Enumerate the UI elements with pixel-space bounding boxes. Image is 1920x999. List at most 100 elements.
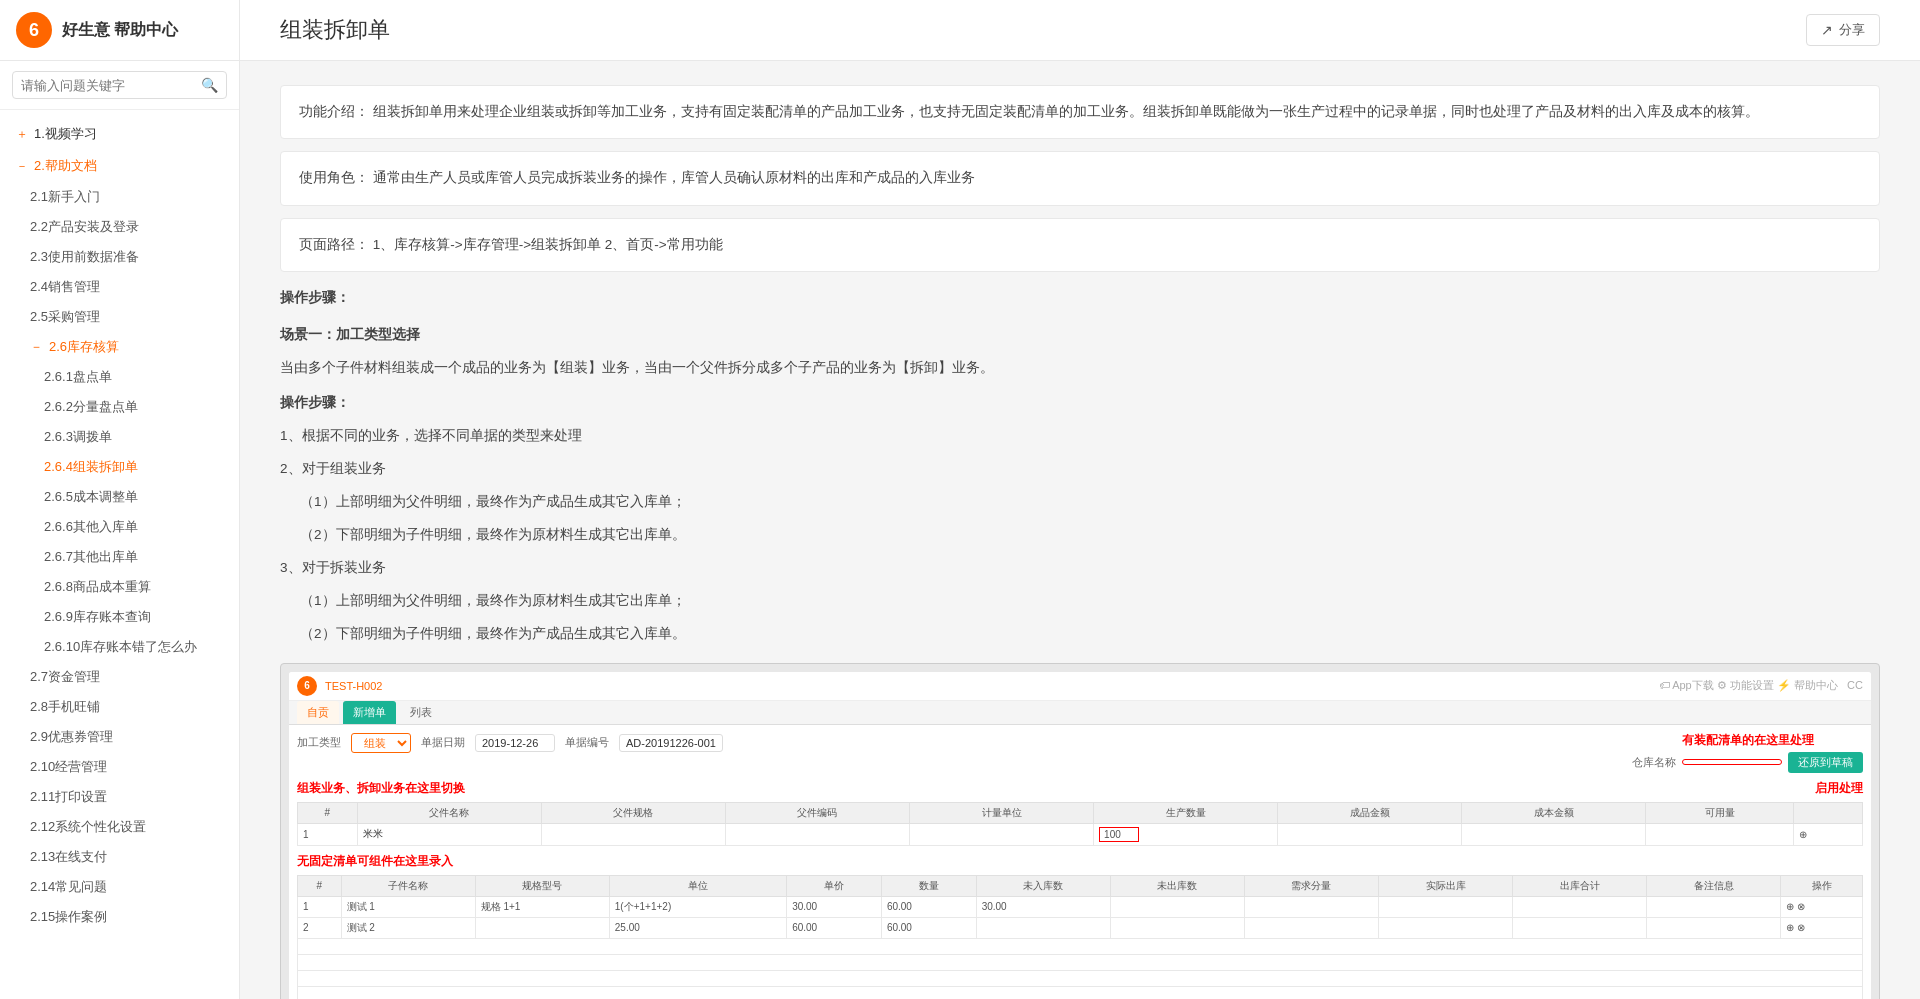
step3: 3、对于拆装业务 bbox=[280, 554, 1880, 581]
col-unit: 计量单位 bbox=[910, 802, 1094, 823]
table-row bbox=[298, 986, 1863, 999]
step2-2: （2）下部明细为子件明细，最终作为原材料生成其它出库单。 bbox=[280, 521, 1880, 548]
sidebar-item-cost-recalc[interactable]: 2.6.8商品成本重算 bbox=[0, 572, 239, 602]
step2-1: （1）上部明细为父件明细，最终作为产成品生成其它入库单； bbox=[280, 488, 1880, 515]
sidebar-item-ledger-fix[interactable]: 2.6.10库存账本错了怎么办 bbox=[0, 632, 239, 662]
sidebar-item-capital[interactable]: 2.7资金管理 bbox=[0, 662, 239, 692]
table-row bbox=[298, 970, 1863, 986]
mock-bill-label: 单据编号 bbox=[565, 735, 609, 750]
screenshot-inner: 6 TEST-H002 🏷 App下载 ⚙ 功能设置 ⚡ 帮助中心 CC 自贡 … bbox=[289, 672, 1871, 999]
page-title: 组装拆卸单 bbox=[280, 15, 390, 45]
sidebar-item-sales[interactable]: 2.4销售管理 bbox=[0, 272, 239, 302]
ops-steps-title: 操作步骤： bbox=[280, 389, 1880, 416]
mock-annotation3: 启用处理 bbox=[1815, 781, 1863, 796]
sidebar-item-cases[interactable]: 2.15操作案例 bbox=[0, 902, 239, 932]
sidebar-item-ledger-query[interactable]: 2.6.9库存账本查询 bbox=[0, 602, 239, 632]
sidebar-item-install[interactable]: 2.2产品安装及登录 bbox=[0, 212, 239, 242]
col-prod-amt: 成品金额 bbox=[1278, 802, 1462, 823]
mock-confirm-btn[interactable]: 还原到草稿 bbox=[1788, 752, 1863, 773]
mock-app-id: TEST-H002 bbox=[325, 680, 382, 692]
search-icon[interactable]: 🔍 bbox=[201, 77, 218, 93]
step2: 2、对于组装业务 bbox=[280, 455, 1880, 482]
sidebar-item-customization[interactable]: 2.12系统个性化设置 bbox=[0, 812, 239, 842]
mock-tab-list[interactable]: 列表 bbox=[400, 701, 442, 724]
main-area: 组装拆卸单 ↗ 分享 功能介绍： 组装拆卸单用来处理企业组装或拆卸等加工业务，支… bbox=[240, 0, 1920, 999]
mock-top-icons: 🏷 App下载 ⚙ 功能设置 ⚡ 帮助中心 CC bbox=[1659, 678, 1863, 693]
sidebar-item-cost-adjust[interactable]: 2.6.5成本调整单 bbox=[0, 482, 239, 512]
mock-tab-home: 自贡 bbox=[297, 701, 339, 724]
table-row bbox=[298, 954, 1863, 970]
sidebar-item-inventory[interactable]: － 2.6库存核算 bbox=[0, 332, 239, 362]
minus-icon: － bbox=[16, 158, 28, 175]
col-ops bbox=[1794, 802, 1863, 823]
col-parent-name: 父件名称 bbox=[357, 802, 541, 823]
share-button[interactable]: ↗ 分享 bbox=[1806, 14, 1880, 46]
scene1-title: 场景一：加工类型选择 bbox=[280, 321, 1880, 348]
mock-wrapper: 加工类型 组装 拆卸 单据日期 2019-12-26 单据编号 AD-20191… bbox=[297, 733, 1863, 999]
step3-2: （2）下部明细为子件明细，最终作为产成品生成其它入库单。 bbox=[280, 620, 1880, 647]
mock-app-bar: 6 TEST-H002 🏷 App下载 ⚙ 功能设置 ⚡ 帮助中心 CC bbox=[289, 672, 1871, 701]
sidebar-item-newuser[interactable]: 2.1新手入门 bbox=[0, 182, 239, 212]
sidebar-item-online-pay[interactable]: 2.13在线支付 bbox=[0, 842, 239, 872]
step1: 1、根据不同的业务，选择不同单据的类型来处理 bbox=[280, 422, 1880, 449]
mock-form-area: 加工类型 组装 拆卸 单据日期 2019-12-26 单据编号 AD-20191… bbox=[289, 725, 1871, 999]
path-block: 页面路径： 1、库存核算->库存管理->组装拆卸单 2、首页->常用功能 bbox=[280, 218, 1880, 272]
table-row bbox=[298, 938, 1863, 954]
sidebar-item-mobile[interactable]: 2.8手机旺铺 bbox=[0, 692, 239, 722]
col-avail: 可用量 bbox=[1646, 802, 1794, 823]
mock-tab-new[interactable]: 新增单 bbox=[343, 701, 396, 724]
path-label: 页面路径： bbox=[299, 237, 369, 252]
mock-child-table: # 子件名称 规格型号 单位 单价 数量 未入库数 未出库数 需求分量 bbox=[297, 875, 1863, 999]
intro-label: 功能介绍： bbox=[299, 104, 369, 119]
mock-warehouse-input bbox=[1682, 759, 1782, 765]
mock-parent-table: # 父件名称 父件规格 父件编码 计量单位 生产数量 成品金额 成本金额 可用量 bbox=[297, 802, 1863, 846]
mock-bill-input: AD-20191226-001 bbox=[619, 734, 723, 752]
col-num: # bbox=[298, 802, 358, 823]
mock-warehouse-label: 仓库名称 bbox=[1632, 755, 1676, 770]
sidebar-item-assembly[interactable]: 2.6.4组装拆卸单 bbox=[0, 452, 239, 482]
share-icon: ↗ bbox=[1821, 22, 1833, 38]
brand-name: 好生意 帮助中心 bbox=[62, 20, 178, 41]
sidebar-item-stocktake[interactable]: 2.6.1盘点单 bbox=[0, 362, 239, 392]
intro-text: 组装拆卸单用来处理企业组装或拆卸等加工业务，支持有固定装配清单的产品加工业务，也… bbox=[373, 104, 1759, 119]
col-parent-spec: 父件规格 bbox=[541, 802, 725, 823]
ops-title: 操作步骤： bbox=[280, 284, 1880, 311]
logo-icon: 6 bbox=[16, 12, 52, 48]
table-row: 1 米米 100 bbox=[298, 823, 1863, 845]
sidebar-header: 6 好生意 帮助中心 bbox=[0, 0, 239, 61]
table-row: 2 测试 2 25.00 60.00 60.00 bbox=[298, 917, 1863, 938]
mock-logo: 6 bbox=[297, 676, 317, 696]
nav-tree: ＋ 1.视频学习 － 2.帮助文档 2.1新手入门 2.2产品安装及登录 2.3… bbox=[0, 110, 239, 999]
sidebar-item-video[interactable]: ＋ 1.视频学习 bbox=[0, 118, 239, 150]
role-text: 通常由生产人员或库管人员完成拆装业务的操作，库管人员确认原材料的出库和产成品的入… bbox=[373, 170, 975, 185]
role-block: 使用角色： 通常由生产人员或库管人员完成拆装业务的操作，库管人员确认原材料的出库… bbox=[280, 151, 1880, 205]
sidebar-item-coupon[interactable]: 2.9优惠券管理 bbox=[0, 722, 239, 752]
sidebar-item-operations[interactable]: 2.10经营管理 bbox=[0, 752, 239, 782]
mock-date-input: 2019-12-26 bbox=[475, 734, 555, 752]
ops-section: 操作步骤： 场景一：加工类型选择 当由多个子件材料组装成一个成品的业务为【组装】… bbox=[280, 284, 1880, 647]
main-header: 组装拆卸单 ↗ 分享 bbox=[240, 0, 1920, 61]
sidebar-item-faq[interactable]: 2.14常见问题 bbox=[0, 872, 239, 902]
sidebar-item-other-outbound[interactable]: 2.6.7其他出库单 bbox=[0, 542, 239, 572]
mock-tab-bar: 自贡 新增单 列表 bbox=[289, 701, 1871, 725]
minus-icon-sub: － bbox=[30, 338, 43, 356]
sidebar-item-print[interactable]: 2.11打印设置 bbox=[0, 782, 239, 812]
sidebar-item-prepare[interactable]: 2.3使用前数据准备 bbox=[0, 242, 239, 272]
col-cost-amt: 成本金额 bbox=[1462, 802, 1646, 823]
path-text: 1、库存核算->库存管理->组装拆卸单 2、首页->常用功能 bbox=[373, 237, 723, 252]
col-prod-qty: 生产数量 bbox=[1094, 802, 1278, 823]
sidebar-item-transfer[interactable]: 2.6.3调拨单 bbox=[0, 422, 239, 452]
sidebar-item-partial-stocktake[interactable]: 2.6.2分量盘点单 bbox=[0, 392, 239, 422]
search-area: 🔍 bbox=[0, 61, 239, 110]
mock-date-label: 单据日期 bbox=[421, 735, 465, 750]
sidebar-item-other-inbound[interactable]: 2.6.6其他入库单 bbox=[0, 512, 239, 542]
screenshot-container: 6 TEST-H002 🏷 App下载 ⚙ 功能设置 ⚡ 帮助中心 CC 自贡 … bbox=[280, 663, 1880, 999]
intro-block: 功能介绍： 组装拆卸单用来处理企业组装或拆卸等加工业务，支持有固定装配清单的产品… bbox=[280, 85, 1880, 139]
content-area: 功能介绍： 组装拆卸单用来处理企业组装或拆卸等加工业务，支持有固定装配清单的产品… bbox=[240, 61, 1920, 999]
mock-type-select[interactable]: 组装 拆卸 bbox=[351, 733, 411, 753]
sidebar-item-purchase[interactable]: 2.5采购管理 bbox=[0, 302, 239, 332]
mock-annotation1: 有装配清单的在这里处理 bbox=[1682, 733, 1814, 748]
search-input[interactable] bbox=[21, 78, 201, 93]
sidebar-item-helpdesk[interactable]: － 2.帮助文档 bbox=[0, 150, 239, 182]
mock-annotation4: 无固定清单可组件在这里录入 bbox=[297, 855, 453, 867]
